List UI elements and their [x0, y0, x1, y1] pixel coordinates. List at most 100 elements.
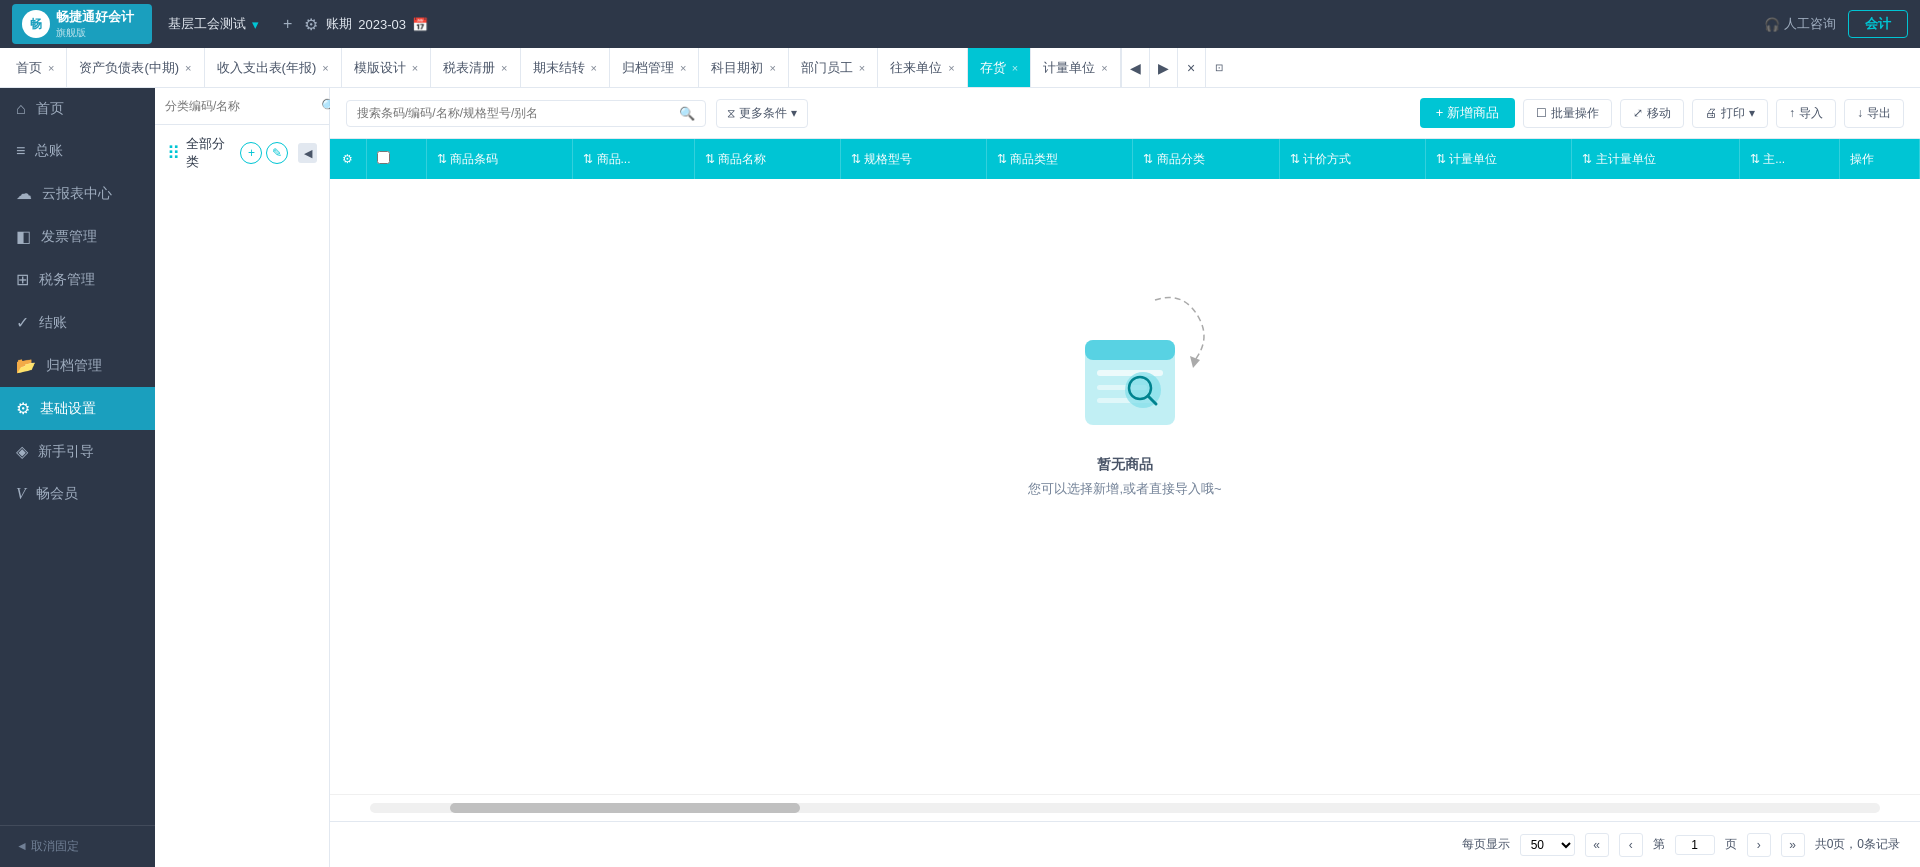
tab-contacts[interactable]: 往来单位 × — [878, 48, 967, 87]
col-category[interactable]: ⇅ 商品分类 — [1133, 139, 1279, 179]
archive-icon: 📂 — [16, 356, 36, 375]
select-all-checkbox[interactable] — [377, 151, 390, 164]
tab-income[interactable]: 收入支出表(年报) × — [205, 48, 342, 87]
settings-button[interactable]: ⚙ — [304, 15, 318, 34]
sidebar-item-tax[interactable]: ⊞ 税务管理 — [0, 258, 155, 301]
per-page-select[interactable]: 50 100 200 — [1520, 834, 1575, 856]
category-all-item[interactable]: ⠿ 全部分类 + ✎ ◀ — [155, 125, 329, 181]
invoice-icon: ◧ — [16, 227, 31, 246]
sidebar-item-settings[interactable]: ⚙ 基础设置 — [0, 387, 155, 430]
page-number-input[interactable] — [1675, 835, 1715, 855]
tab-dept[interactable]: 部门员工 × — [789, 48, 878, 87]
tab-subjects-close[interactable]: × — [769, 62, 775, 74]
workspace-selector[interactable]: 基层工会测试 ▾ — [160, 15, 267, 33]
table-area: 🔍 ⧖ 更多条件 ▾ + 新增商品 ☐ 批量操作 ⤢ — [330, 88, 1920, 867]
tab-contacts-close[interactable]: × — [948, 62, 954, 74]
col-code[interactable]: ⇅ 商品... — [573, 139, 694, 179]
period-label: 账期 — [326, 15, 352, 33]
add-product-button[interactable]: + 新增商品 — [1420, 98, 1515, 128]
empty-illustration — [1025, 280, 1225, 440]
prev-page-button[interactable]: ‹ — [1619, 833, 1643, 857]
move-button[interactable]: ⤢ 移动 — [1620, 99, 1684, 128]
export-button[interactable]: ↓ 导出 — [1844, 99, 1904, 128]
sidebar-item-closing[interactable]: ✓ 结账 — [0, 301, 155, 344]
content-area: 🔍 ⠿ 全部分类 + ✎ ◀ 🔍 — [155, 88, 1920, 867]
sidebar-collapse-button[interactable]: ◄ 取消固定 — [0, 825, 155, 867]
tab-nav-prev[interactable]: ◀ — [1121, 48, 1149, 87]
col-name[interactable]: ⇅ 商品名称 — [694, 139, 840, 179]
tab-template-close[interactable]: × — [412, 62, 418, 74]
tab-inventory-label: 存货 — [980, 59, 1006, 77]
tab-archive-close[interactable]: × — [680, 62, 686, 74]
tab-balance-close[interactable]: × — [185, 62, 191, 74]
tab-subjects[interactable]: 科目期初 × — [699, 48, 788, 87]
col-main-unit[interactable]: ⇅ 主计量单位 — [1572, 139, 1740, 179]
batch-button[interactable]: ☐ 批量操作 — [1523, 99, 1612, 128]
product-search-bar: 🔍 — [346, 100, 706, 127]
tab-close-all[interactable]: × — [1177, 48, 1205, 87]
calendar-icon[interactable]: 📅 — [412, 17, 428, 32]
tab-income-close[interactable]: × — [322, 62, 328, 74]
help-button[interactable]: 🎧 人工咨询 — [1764, 15, 1836, 33]
tab-unit-label: 计量单位 — [1043, 59, 1095, 77]
account-button[interactable]: 会计 — [1848, 10, 1908, 38]
tab-expand[interactable]: ⊡ — [1205, 48, 1233, 87]
first-page-button[interactable]: « — [1585, 833, 1609, 857]
tab-template[interactable]: 模版设计 × — [342, 48, 431, 87]
sidebar-item-guide[interactable]: ◈ 新手引导 — [0, 430, 155, 473]
col-pricing[interactable]: ⇅ 计价方式 — [1279, 139, 1425, 179]
import-button[interactable]: ↑ 导入 — [1776, 99, 1836, 128]
category-add-button[interactable]: + — [240, 142, 262, 164]
product-search-input[interactable] — [357, 106, 673, 120]
tab-template-label: 模版设计 — [354, 59, 406, 77]
toolbar-right: + 新增商品 ☐ 批量操作 ⤢ 移动 🖨 打印 ▾ — [1420, 98, 1904, 128]
tab-tax-close[interactable]: × — [501, 62, 507, 74]
tab-period-end[interactable]: 期末结转 × — [521, 48, 610, 87]
col-spec[interactable]: ⇅ 规格型号 — [840, 139, 986, 179]
sidebar-item-archive-label: 归档管理 — [46, 357, 102, 375]
tab-balance[interactable]: 资产负债表(中期) × — [67, 48, 204, 87]
sidebar-item-ledger[interactable]: ≡ 总账 — [0, 130, 155, 172]
grid-icon: ⠿ — [167, 142, 180, 164]
main-layout: ⌂ 首页 ≡ 总账 ☁ 云报表中心 ◧ 发票管理 ⊞ 税务管理 ✓ 结账 📂 归… — [0, 88, 1920, 867]
next-page-button[interactable]: › — [1747, 833, 1771, 857]
tab-home[interactable]: 首页 × — [4, 48, 67, 87]
tab-period-end-close[interactable]: × — [591, 62, 597, 74]
category-collapse-button[interactable]: ◀ — [298, 143, 317, 163]
tab-tax[interactable]: 税表清册 × — [431, 48, 520, 87]
col-checkbox[interactable] — [366, 139, 426, 179]
filter-icon: ⧖ — [727, 106, 735, 120]
category-search-input[interactable] — [165, 99, 315, 113]
scroll-thumb[interactable] — [450, 803, 800, 813]
category-edit-button[interactable]: ✎ — [266, 142, 288, 164]
workspace-name: 基层工会测试 — [168, 15, 246, 33]
tab-unit-close[interactable]: × — [1101, 62, 1107, 74]
col-unit[interactable]: ⇅ 计量单位 — [1425, 139, 1571, 179]
tab-inventory-close[interactable]: × — [1012, 62, 1018, 74]
tab-home-close[interactable]: × — [48, 62, 54, 74]
more-filter-button[interactable]: ⧖ 更多条件 ▾ — [716, 99, 808, 128]
sidebar-item-home[interactable]: ⌂ 首页 — [0, 88, 155, 130]
tab-inventory[interactable]: 存货 × — [968, 48, 1031, 87]
tab-dept-close[interactable]: × — [859, 62, 865, 74]
col-settings[interactable]: ⚙ — [330, 139, 366, 179]
sidebar-item-reports[interactable]: ☁ 云报表中心 — [0, 172, 155, 215]
col-type[interactable]: ⇅ 商品类型 — [987, 139, 1133, 179]
last-page-button[interactable]: » — [1781, 833, 1805, 857]
sidebar-item-vip[interactable]: V 畅会员 — [0, 473, 155, 515]
tab-archive-label: 归档管理 — [622, 59, 674, 77]
cloud-icon: ☁ — [16, 184, 32, 203]
scroll-area[interactable] — [330, 794, 1920, 821]
col-extra[interactable]: ⇅ 主... — [1739, 139, 1839, 179]
search-icon[interactable]: 🔍 — [679, 106, 695, 121]
col-barcode[interactable]: ⇅ 商品条码 — [426, 139, 572, 179]
tab-nav-next[interactable]: ▶ — [1149, 48, 1177, 87]
more-filter-chevron: ▾ — [791, 106, 797, 120]
print-button[interactable]: 🖨 打印 ▾ — [1692, 99, 1768, 128]
tab-archive[interactable]: 归档管理 × — [610, 48, 699, 87]
sidebar-item-archive[interactable]: 📂 归档管理 — [0, 344, 155, 387]
sidebar-item-invoices[interactable]: ◧ 发票管理 — [0, 215, 155, 258]
sidebar-item-reports-label: 云报表中心 — [42, 185, 112, 203]
add-workspace-button[interactable]: + — [283, 15, 292, 33]
tab-unit[interactable]: 计量单位 × — [1031, 48, 1120, 87]
